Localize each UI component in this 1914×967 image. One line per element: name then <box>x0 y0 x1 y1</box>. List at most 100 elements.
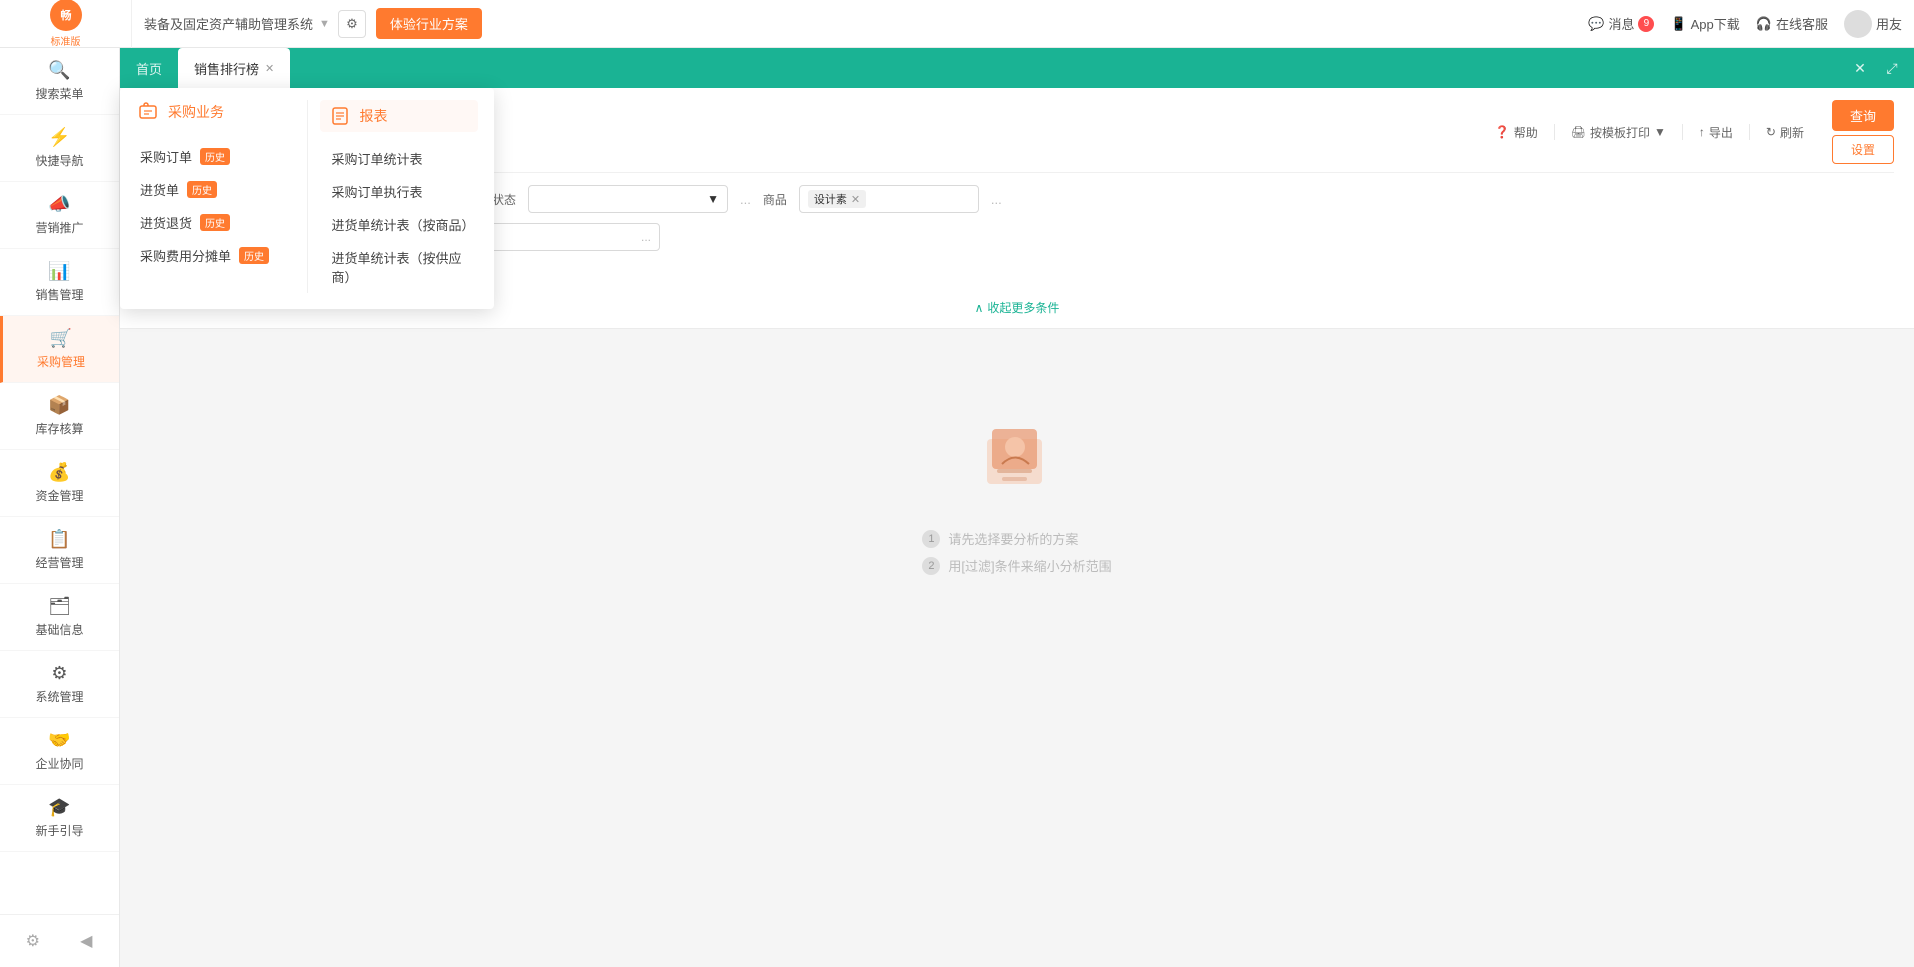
tab-bar-right: ✕ ⤢ <box>1846 54 1914 82</box>
user-menu-button[interactable]: 用友 <box>1844 10 1902 38</box>
empty-illustration <box>967 409 1067 509</box>
inventory-icon: 📦 <box>48 395 70 416</box>
top-header: 畅 标准版 装备及固定资产辅助管理系统 ▼ ⚙ 体验行业方案 💬 消息 9 📱 … <box>0 0 1914 48</box>
finance-icon: 💰 <box>48 462 70 483</box>
sidebar-item-operations[interactable]: 📋 经营管理 <box>0 517 119 584</box>
sidebar-item-basic-label: 基础信息 <box>35 621 83 638</box>
sidebar-item-system[interactable]: ⚙ 系统管理 <box>0 651 119 718</box>
sidebar-item-system-label: 系统管理 <box>35 688 83 705</box>
gear-button[interactable]: ⚙ <box>338 10 366 38</box>
dropdown-item-return[interactable]: 进货退货 历史 <box>136 206 287 239</box>
purchase-dropdown-menu: 采购业务 采购订单 历史 进货单 历史 进货退货 历史 采购费用分摊单 历史 <box>120 88 494 309</box>
maximize-button[interactable]: ⤢ <box>1878 54 1906 82</box>
purchase-business-title: 采购业务 <box>168 102 224 122</box>
voucher-status-select[interactable]: ▼ <box>528 185 728 213</box>
settings-button[interactable]: 设置 <box>1832 135 1894 164</box>
refresh-icon: ↻ <box>1766 125 1776 139</box>
sidebar-item-finance-label: 资金管理 <box>35 487 83 504</box>
sidebar-item-inventory-label: 库存核算 <box>35 420 83 437</box>
history-badge: 历史 <box>200 148 230 165</box>
online-service-label: 在线客服 <box>1776 14 1828 33</box>
app-download-button[interactable]: 📱 App下载 <box>1670 14 1739 33</box>
report-icon <box>328 104 352 128</box>
inbound-label: 进货单 <box>140 180 179 199</box>
tab-bar: 首页 销售排行榜 ✕ ✕ ⤢ <box>120 48 1914 88</box>
dropdown-item-purchase-order[interactable]: 采购订单 历史 <box>136 140 287 173</box>
svg-text:畅: 畅 <box>60 8 71 22</box>
history-badge-2: 历史 <box>187 181 217 198</box>
product-tag: 设计素 ✕ <box>808 190 866 208</box>
print-icon: 🖨 <box>1571 125 1586 139</box>
avatar <box>1844 10 1872 38</box>
marketing-icon: 📣 <box>48 194 70 215</box>
dropdown-item-expense[interactable]: 采购费用分摊单 历史 <box>136 239 287 272</box>
sidebar-collapse-button[interactable]: ◀ <box>64 925 110 957</box>
user-label: 用友 <box>1876 14 1902 33</box>
sidebar-item-marketing[interactable]: 📣 营销推广 <box>0 182 119 249</box>
ellipsis-2: ... <box>991 192 1002 207</box>
messages-button[interactable]: 💬 消息 9 <box>1588 14 1654 33</box>
sidebar-item-guide[interactable]: 🎓 新手引导 <box>0 785 119 852</box>
online-service-button[interactable]: 🎧 在线客服 <box>1756 14 1828 33</box>
dropdown-item-inbound-stats-product[interactable]: 进货单统计表（按商品） <box>328 208 479 241</box>
reports-column: 报表 采购订单统计表 采购订单执行表 进货单统计表（按商品） 进货单统计表（按供… <box>312 100 495 293</box>
sidebar-item-guide-label: 新手引导 <box>35 822 83 839</box>
hint-1-text: 请先选择要分析的方案 <box>948 529 1078 548</box>
app-download-label: App下载 <box>1691 14 1740 33</box>
close-window-button[interactable]: ✕ <box>1846 54 1874 82</box>
operations-icon: 📋 <box>48 529 70 550</box>
refresh-button[interactable]: ↻ 刷新 <box>1758 120 1812 145</box>
help-icon: ❓ <box>1495 125 1510 139</box>
tab-home-label: 首页 <box>136 59 162 78</box>
logo-area: 畅 标准版 <box>12 0 132 48</box>
sidebar-item-search-label: 搜索菜单 <box>35 85 83 102</box>
divider2 <box>1682 124 1683 140</box>
tab-home[interactable]: 首页 <box>120 48 178 88</box>
tab-sales-rank[interactable]: 销售排行榜 ✕ <box>178 48 290 88</box>
divider3 <box>1749 124 1750 140</box>
sidebar-item-enterprise[interactable]: 🤝 企业协同 <box>0 718 119 785</box>
sidebar-item-finance[interactable]: 💰 资金管理 <box>0 450 119 517</box>
purchase-business-column: 采购业务 采购订单 历史 进货单 历史 进货退货 历史 采购费用分摊单 历史 <box>120 100 303 293</box>
sidebar-settings-button[interactable]: ⚙ <box>10 925 56 957</box>
messages-label: 消息 <box>1608 14 1634 33</box>
phone-icon: 📱 <box>1670 16 1686 32</box>
product-input[interactable]: 设计素 ✕ <box>799 185 979 213</box>
print-button[interactable]: 🖨 按模板打印 ▼ <box>1563 120 1674 145</box>
dropdown-item-purchase-order-exec[interactable]: 采购订单执行表 <box>328 175 479 208</box>
dropdown-column-divider <box>307 100 308 293</box>
system-icon: ⚙ <box>51 663 67 684</box>
collapse-filter-button[interactable]: ∧ 收起更多条件 <box>975 299 1060 316</box>
purchase-order-exec-label: 采购订单执行表 <box>332 182 423 201</box>
sidebar-item-inventory[interactable]: 📦 库存核算 <box>0 383 119 450</box>
sidebar-item-quick[interactable]: ⚡ 快捷导航 <box>0 115 119 182</box>
sidebar-item-sales[interactable]: 📊 销售管理 <box>0 249 119 316</box>
tag-close-button[interactable]: ✕ <box>851 193 860 206</box>
return-label: 进货退货 <box>140 213 192 232</box>
help-button[interactable]: ❓ 帮助 <box>1487 120 1546 145</box>
sidebar-item-enterprise-label: 企业协同 <box>35 755 83 772</box>
query-button[interactable]: 查询 <box>1832 100 1894 131</box>
ellipsis-3: ... <box>641 230 651 244</box>
headset-icon: 🎧 <box>1756 16 1772 32</box>
purchase-order-label: 采购订单 <box>140 147 192 166</box>
reports-header: 报表 <box>320 100 479 132</box>
close-icon[interactable]: ✕ <box>265 62 274 75</box>
sidebar-item-basic[interactable]: 🗂 基础信息 <box>0 584 119 651</box>
header-right: 💬 消息 9 📱 App下载 🎧 在线客服 用友 <box>1588 10 1902 38</box>
chevron-down-icon: ▼ <box>319 18 330 30</box>
system-selector[interactable]: 装备及固定资产辅助管理系统 ▼ <box>144 14 330 33</box>
dropdown-item-inbound-stats-supplier[interactable]: 进货单统计表（按供应商） <box>328 241 479 293</box>
export-icon: ↑ <box>1699 125 1705 139</box>
dropdown-item-purchase-order-stats[interactable]: 采购订单统计表 <box>328 142 479 175</box>
chevron-down-icon: ▼ <box>1654 125 1666 139</box>
dropdown-item-inbound[interactable]: 进货单 历史 <box>136 173 287 206</box>
enterprise-icon: 🤝 <box>48 730 70 751</box>
empty-state: 1 请先选择要分析的方案 2 用[过滤]条件来缩小分析范围 <box>120 329 1914 655</box>
sidebar-item-search[interactable]: 🔍 搜索菜单 <box>0 48 119 115</box>
sidebar-bottom: ⚙ ◀ <box>0 914 119 967</box>
export-button[interactable]: ↑ 导出 <box>1691 120 1741 145</box>
industry-button[interactable]: 体验行业方案 <box>376 8 482 39</box>
sidebar-item-purchase[interactable]: 🛒 采购管理 <box>0 316 119 383</box>
sidebar-item-purchase-label: 采购管理 <box>37 353 85 370</box>
